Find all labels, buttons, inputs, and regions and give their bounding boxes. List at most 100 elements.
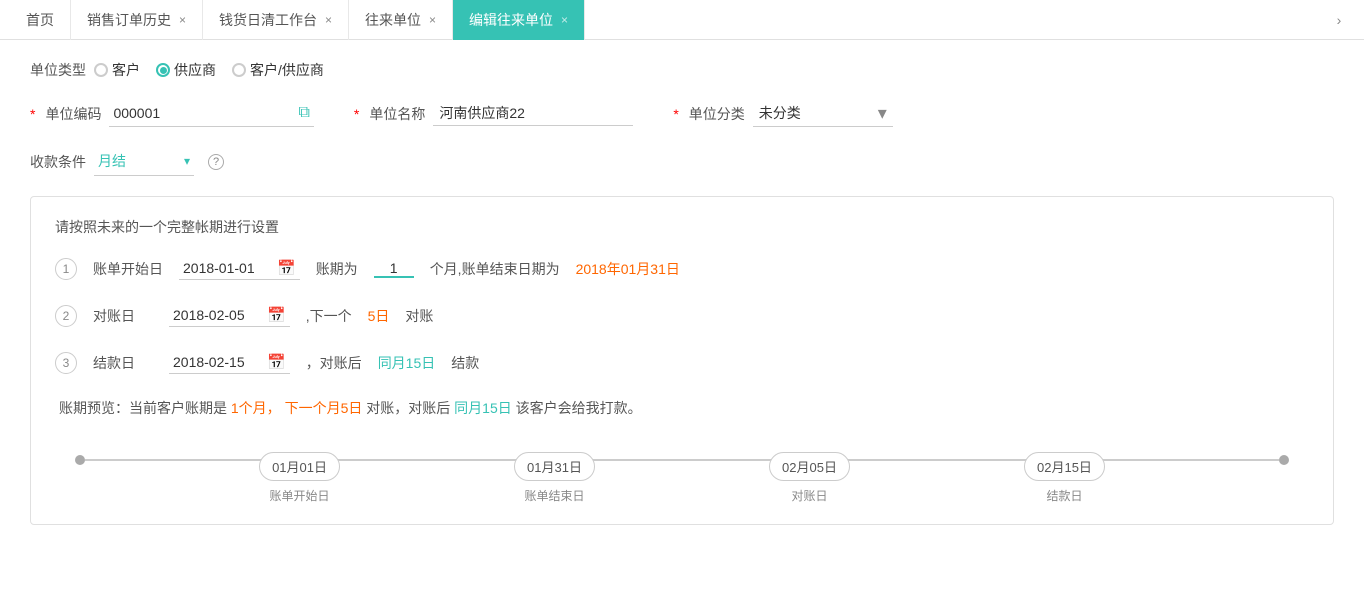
- preview-payment-day: 同月15日: [454, 400, 512, 416]
- step-3-row: 3 结款日 📅 ，对账后 同月15日 结款: [55, 351, 1309, 374]
- tab-sales-history-label: 销售订单历史: [87, 10, 171, 30]
- tab-partner-units-label: 往来单位: [365, 10, 421, 30]
- tab-cash-work[interactable]: 钱货日清工作台 ×: [203, 0, 349, 40]
- payment-terms-group: 收款条件 月结 ▾ ?: [30, 147, 224, 176]
- tab-expand-button[interactable]: ›: [1324, 0, 1354, 40]
- step-1-end-date: 2018年01月31日: [576, 259, 680, 279]
- main-content: 单位类型 客户 供应商 客户/供应商 * 单位编码: [0, 40, 1364, 608]
- step-2-day-highlight: 5日: [368, 306, 390, 326]
- step-2-num: 2: [55, 305, 77, 327]
- tab-home-label: 首页: [26, 10, 54, 30]
- radio-customer-label: 客户: [112, 60, 140, 80]
- timeline-node-2-pill: 01月31日: [514, 452, 595, 481]
- unit-classify-group: * 单位分类 未分类 ▾: [673, 101, 892, 127]
- unit-classify-arrow-icon: ▾: [878, 103, 887, 124]
- step-1-date-wrapper: 📅: [179, 257, 300, 280]
- step-3-calendar-icon[interactable]: 📅: [267, 353, 286, 371]
- radio-both[interactable]: 客户/供应商: [232, 60, 324, 80]
- timeline-node-4-pill: 02月15日: [1024, 452, 1105, 481]
- tab-partner-units-close[interactable]: ×: [429, 13, 436, 27]
- timeline-container: 01月01日 账单开始日 01月31日 账单结束日 02月05日 对账日: [55, 438, 1309, 504]
- payment-terms-arrow-icon: ▾: [184, 154, 190, 168]
- step-1-calendar-icon[interactable]: 📅: [277, 259, 296, 277]
- radio-supplier-label: 供应商: [174, 60, 216, 80]
- step-3-date-input[interactable]: [173, 354, 263, 370]
- timeline-nodes: 01月01日 账单开始日 01月31日 账单结束日 02月05日 对账日: [75, 452, 1289, 504]
- unit-classify-value: 未分类: [759, 103, 878, 123]
- step-3-day-highlight: 同月15日: [378, 353, 436, 373]
- settings-panel: 请按照未来的一个完整帐期进行设置 1 账单开始日 📅 账期为 个月,账单结束日期…: [30, 196, 1334, 525]
- unit-name-star: *: [354, 106, 359, 122]
- unit-info-row: * 单位编码 ⧉ * 单位名称 * 单位分类 未分类 ▾: [30, 100, 1334, 127]
- radio-customer-circle: [94, 63, 108, 77]
- tab-sales-history-close[interactable]: ×: [179, 13, 186, 27]
- radio-customer[interactable]: 客户: [94, 60, 140, 80]
- unit-code-input[interactable]: [113, 105, 294, 121]
- unit-type-group: 单位类型 客户 供应商 客户/供应商: [30, 60, 324, 80]
- timeline-end-endpoint: [1279, 452, 1289, 465]
- payment-terms-select[interactable]: 月结 ▾: [94, 147, 194, 176]
- timeline-node-1-pill: 01月01日: [259, 452, 340, 481]
- payment-terms-help-icon[interactable]: ?: [208, 154, 224, 170]
- preview-text: 账期预览：当前客户账期是 1个月， 下一个月5日 对账，对账后 同月15日 该客…: [55, 398, 1309, 418]
- payment-terms-label: 收款条件: [30, 152, 86, 172]
- unit-classify-star: *: [673, 106, 678, 122]
- preview-period: 1个月，: [231, 400, 281, 416]
- preview-suffix: 该客户会给我打款。: [516, 400, 642, 416]
- step-2-label: 对账日: [93, 306, 153, 326]
- radio-supplier-circle: [156, 63, 170, 77]
- preview-reconcile-text: 对账，对账后: [366, 400, 450, 416]
- timeline-start-endpoint: [75, 452, 85, 465]
- unit-name-group: * 单位名称: [354, 101, 633, 126]
- step-1-label: 账单开始日: [93, 259, 163, 279]
- tab-home[interactable]: 首页: [10, 0, 71, 40]
- tab-edit-partner-label: 编辑往来单位: [469, 10, 553, 30]
- timeline-node-4: 02月15日 结款日: [1024, 452, 1105, 504]
- payment-terms-row: 收款条件 月结 ▾ ?: [30, 147, 1334, 176]
- step-2-calendar-icon[interactable]: 📅: [267, 306, 286, 324]
- tab-sales-history[interactable]: 销售订单历史 ×: [71, 0, 203, 40]
- timeline-node-2: 01月31日 账单结束日: [514, 452, 595, 504]
- timeline-start-dot: [75, 455, 85, 465]
- step-3-label: 结款日: [93, 353, 153, 373]
- unit-code-label: 单位编码: [45, 104, 101, 124]
- preview-label: 账期预览：当前客户账期是: [59, 400, 227, 416]
- step-3-date-wrapper: 📅: [169, 351, 290, 374]
- payment-terms-value: 月结: [98, 151, 180, 171]
- timeline-node-1: 01月01日 账单开始日: [259, 452, 340, 504]
- step-3-desc-suffix: 结款: [451, 353, 479, 373]
- unit-classify-select[interactable]: 未分类 ▾: [753, 101, 893, 127]
- tab-bar: 首页 销售订单历史 × 钱货日清工作台 × 往来单位 × 编辑往来单位 × ›: [0, 0, 1364, 40]
- step-1-num: 1: [55, 258, 77, 280]
- unit-code-copy-icon[interactable]: ⧉: [298, 104, 309, 122]
- step-2-date-input[interactable]: [173, 307, 263, 323]
- unit-name-label: 单位名称: [369, 104, 425, 124]
- step-1-row: 1 账单开始日 📅 账期为 个月,账单结束日期为 2018年01月31日: [55, 257, 1309, 280]
- timeline-node-3-label: 对账日: [791, 487, 827, 504]
- tab-cash-work-close[interactable]: ×: [325, 13, 332, 27]
- tab-edit-partner-close[interactable]: ×: [561, 13, 568, 27]
- radio-both-label: 客户/供应商: [250, 60, 324, 80]
- step-2-desc-suffix: 对账: [405, 306, 433, 326]
- unit-code-star: *: [30, 106, 35, 122]
- unit-code-group: * 单位编码 ⧉: [30, 100, 314, 127]
- step-1-desc-before: 账期为: [316, 259, 358, 279]
- timeline-node-3: 02月05日 对账日: [769, 452, 850, 504]
- timeline-node-4-label: 结款日: [1046, 487, 1082, 504]
- unit-classify-label: 单位分类: [689, 104, 745, 124]
- tab-partner-units[interactable]: 往来单位 ×: [349, 0, 453, 40]
- unit-name-input[interactable]: [433, 101, 633, 126]
- step-2-desc-prefix: ,下一个: [306, 306, 352, 326]
- panel-hint: 请按照未来的一个完整帐期进行设置: [55, 217, 1309, 237]
- radio-supplier[interactable]: 供应商: [156, 60, 216, 80]
- timeline-end-dot: [1279, 455, 1289, 465]
- radio-both-circle: [232, 63, 246, 77]
- step-1-date-input[interactable]: [183, 260, 273, 276]
- step-1-period-input[interactable]: [374, 260, 414, 278]
- step-3-desc-prefix: ，对账后: [306, 353, 362, 373]
- unit-code-input-wrapper: ⧉: [109, 100, 313, 127]
- tab-edit-partner[interactable]: 编辑往来单位 ×: [453, 0, 585, 40]
- unit-type-radio-group: 客户 供应商 客户/供应商: [94, 60, 324, 80]
- unit-type-row: 单位类型 客户 供应商 客户/供应商: [30, 60, 1334, 80]
- step-1-desc-after: 个月,账单结束日期为: [430, 259, 560, 279]
